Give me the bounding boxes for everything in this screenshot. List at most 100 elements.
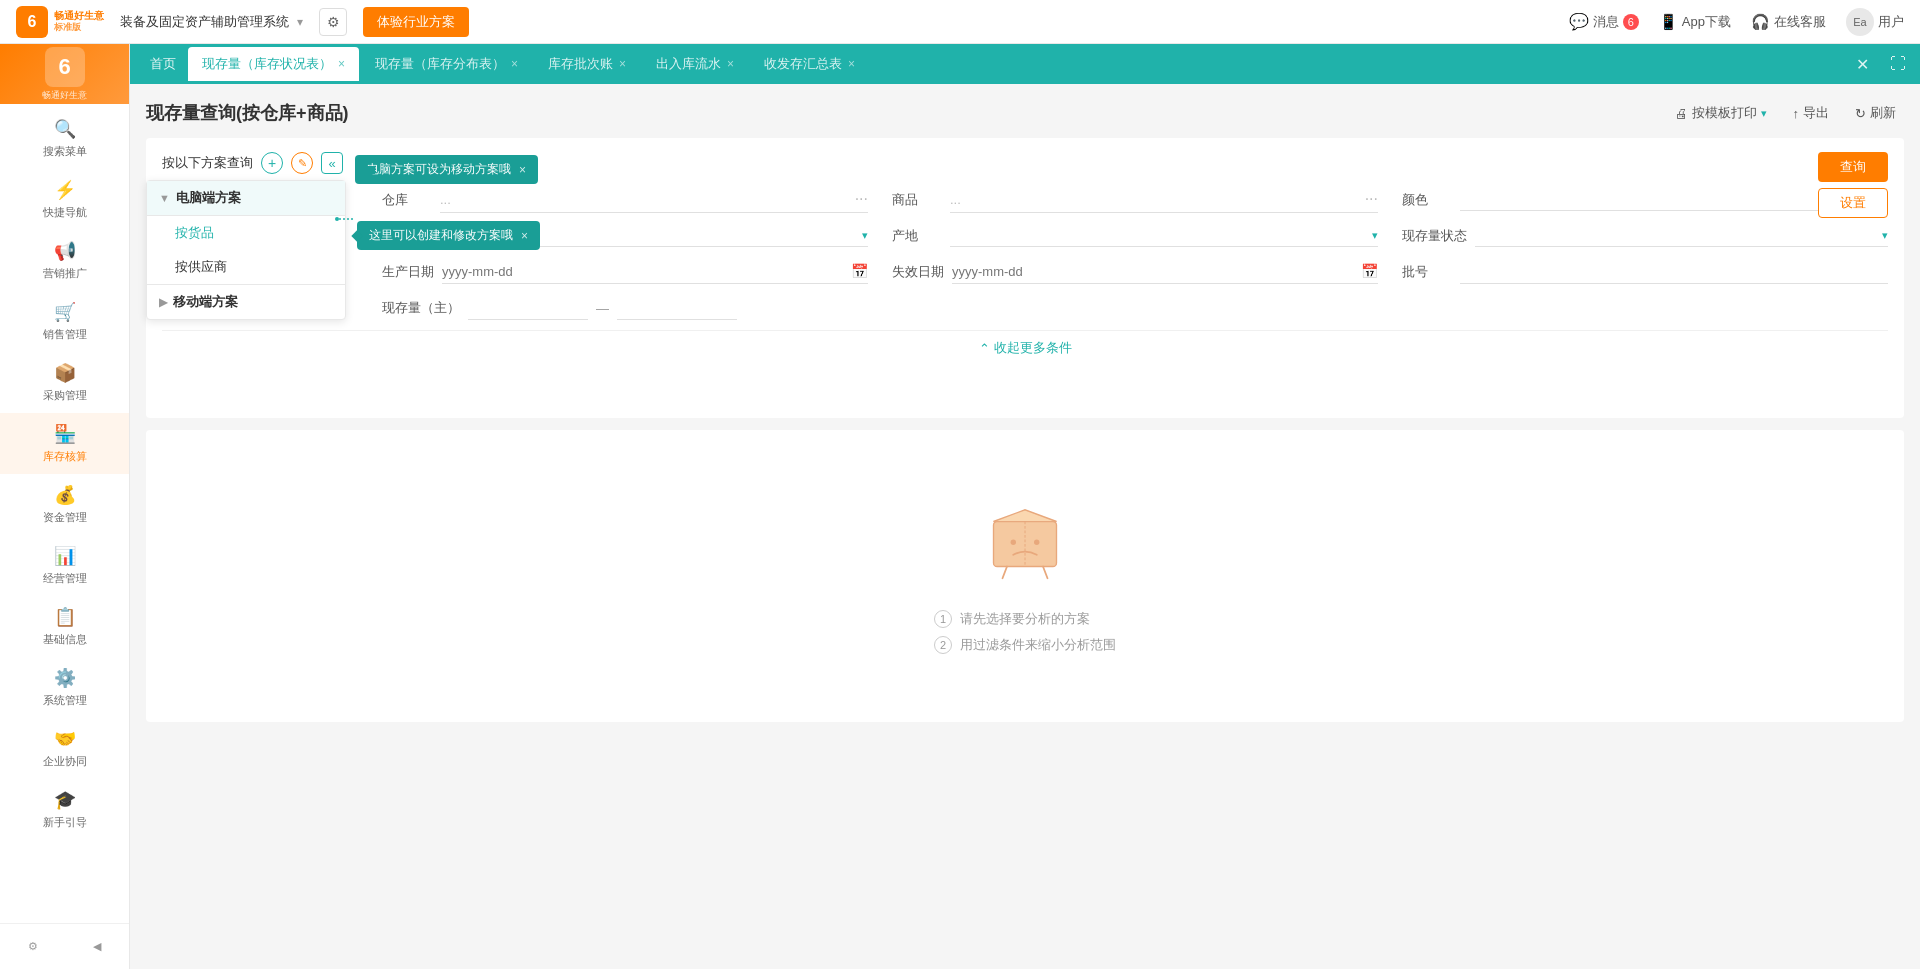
sidebar-logo-sub: 畅通好生意	[42, 89, 87, 102]
print-btn[interactable]: 🖨 按模板打印 ▾	[1667, 100, 1775, 126]
tab-fullscreen-btn[interactable]: ⛶	[1884, 50, 1912, 78]
tab-collect-summary[interactable]: 收发存汇总表 ×	[750, 47, 869, 81]
sidebar-item-system[interactable]: ⚙️ 系统管理	[0, 657, 129, 718]
filter-label-row: 按以下方案查询 + ✎ « 电脑方案可设为移	[162, 152, 1888, 174]
sidebar-item-search[interactable]: 🔍 搜索菜单	[0, 108, 129, 169]
expire-date-calendar-icon[interactable]: 📅	[1361, 263, 1378, 279]
export-btn[interactable]: ↑ 导出	[1785, 100, 1838, 126]
batch-field[interactable]	[1460, 260, 1888, 284]
industry-btn[interactable]: 体验行业方案	[363, 7, 469, 37]
tab-stock-flow-close[interactable]: ×	[727, 57, 734, 71]
sidebar-item-guide-label: 新手引导	[43, 815, 87, 830]
origin-select[interactable]: ▾	[950, 225, 1378, 247]
collapse-icon: ◀	[93, 940, 101, 953]
tab-close-all-btn[interactable]: ✕	[1848, 50, 1876, 78]
goods-label: 商品	[892, 191, 942, 209]
scheme-desktop-label: 电脑端方案	[176, 189, 241, 207]
sidebar-item-operation[interactable]: 📊 经营管理	[0, 535, 129, 596]
settings-gear-btn[interactable]: ⚙	[319, 8, 347, 36]
tooltip-create-scheme: 这里可以创建和修改方案哦 ×	[357, 221, 540, 250]
message-item[interactable]: 💬 消息 6	[1569, 12, 1639, 31]
goods-dots-icon[interactable]: ···	[1365, 190, 1378, 208]
left-arrow-icon: «	[328, 156, 335, 171]
phone-icon: 📱	[1659, 13, 1678, 31]
sidebar-item-marketing[interactable]: 📢 营销推广	[0, 230, 129, 291]
avatar: Ea	[1846, 8, 1874, 36]
tab-stock-batch-label: 库存批次账	[548, 55, 613, 73]
svg-point-6	[1034, 540, 1039, 545]
tab-home[interactable]: 首页	[138, 47, 188, 81]
app-download-item[interactable]: 📱 App下载	[1659, 13, 1731, 31]
scheme-mobile-arrow: ▶	[159, 296, 167, 309]
produce-date-calendar-icon[interactable]: 📅	[851, 263, 868, 279]
scheme-by-supplier[interactable]: 按供应商	[147, 250, 345, 284]
expire-date-field[interactable]	[952, 264, 1357, 279]
print-label: 按模板打印	[1692, 104, 1757, 122]
sidebar-item-enterprise[interactable]: 🤝 企业协同	[0, 718, 129, 779]
edit-icon: ✎	[298, 157, 307, 170]
tab-stock-batch-close[interactable]: ×	[619, 57, 626, 71]
sidebar-settings-btn[interactable]: ⚙	[22, 932, 44, 961]
sidebar-collapse-btn[interactable]: ◀	[87, 932, 107, 961]
hint2-text: 用过滤条件来缩小分析范围	[960, 636, 1116, 654]
expire-date-label: 失效日期	[892, 263, 944, 281]
expire-date-input[interactable]: 📅	[952, 259, 1378, 284]
stock-range-max[interactable]	[617, 296, 737, 320]
sidebar-item-guide[interactable]: 🎓 新手引导	[0, 779, 129, 840]
tab-stock-status[interactable]: 现存量（库存状况表） ×	[188, 47, 359, 81]
filter-expire-date: 失效日期 📅	[892, 259, 1378, 284]
dropdown-arrow-icon: ▾	[297, 15, 303, 29]
system-dropdown[interactable]: 装备及固定资产辅助管理系统 ▾	[112, 13, 303, 31]
print-icon: 🖨	[1675, 106, 1688, 121]
tab-stock-dist[interactable]: 现存量（库存分布表） ×	[361, 47, 532, 81]
collapse-btn[interactable]: ⌃ 收起更多条件	[162, 330, 1888, 365]
user-item[interactable]: Ea 用户	[1846, 8, 1904, 36]
tab-stock-batch[interactable]: 库存批次账 ×	[534, 47, 640, 81]
warehouse-dots-icon[interactable]: ···	[855, 190, 868, 208]
stock-status-select[interactable]: ▾	[1475, 225, 1888, 247]
edit-scheme-btn[interactable]: ✎	[291, 152, 313, 174]
stock-range-min[interactable]	[468, 296, 588, 320]
add-icon: +	[268, 155, 276, 171]
tab-stock-dist-label: 现存量（库存分布表）	[375, 55, 505, 73]
scheme-mobile-label: 移动端方案	[173, 293, 238, 311]
sidebar-item-sales-label: 销售管理	[43, 327, 87, 342]
query-btn[interactable]: 查询	[1818, 152, 1888, 182]
sidebar-item-stock[interactable]: 🏪 库存核算	[0, 413, 129, 474]
sidebar-logo-letter: 6	[58, 54, 70, 80]
filter-row1: 仓库 ... ··· 商品 ...	[382, 186, 1888, 213]
goods-select[interactable]: ... ···	[950, 186, 1378, 213]
settings-bottom-icon: ⚙	[28, 940, 38, 953]
reset-btn[interactable]: 设置	[1818, 188, 1888, 218]
tooltip2-close[interactable]: ×	[521, 229, 528, 243]
sidebar-item-sales[interactable]: 🛒 销售管理	[0, 291, 129, 352]
top-bar: 6 畅通好生意 标准版 装备及固定资产辅助管理系统 ▾ ⚙ 体验行业方案 💬 消…	[0, 0, 1920, 44]
refresh-btn[interactable]: ↻ 刷新	[1847, 100, 1904, 126]
tab-stock-status-close[interactable]: ×	[338, 57, 345, 71]
produce-date-input[interactable]: 📅	[442, 259, 868, 284]
scheme-arrow-btn[interactable]: «	[321, 152, 343, 174]
tooltip1-close[interactable]: ×	[519, 163, 526, 177]
sidebar-item-finance[interactable]: 💰 资金管理	[0, 474, 129, 535]
produce-date-field[interactable]	[442, 264, 847, 279]
filter-produce-date: 生产日期 📅	[382, 259, 868, 284]
scheme-by-goods[interactable]: 按货品	[147, 216, 345, 250]
logo-letter: 6	[28, 13, 37, 31]
add-scheme-btn[interactable]: +	[261, 152, 283, 174]
sidebar-item-purchase[interactable]: 📦 采购管理	[0, 352, 129, 413]
tab-collect-summary-close[interactable]: ×	[848, 57, 855, 71]
gear-icon: ⚙	[327, 14, 340, 30]
tab-stock-flow[interactable]: 出入库流水 ×	[642, 47, 748, 81]
online-service-item[interactable]: 🎧 在线客服	[1751, 13, 1826, 31]
origin-dropdown-icon: ▾	[1372, 229, 1378, 242]
sidebar-item-basic[interactable]: 📋 基础信息	[0, 596, 129, 657]
sidebar-item-quick-nav[interactable]: ⚡ 快捷导航	[0, 169, 129, 230]
tab-stock-dist-close[interactable]: ×	[511, 57, 518, 71]
scheme-mobile[interactable]: ▶ 移动端方案	[147, 284, 345, 319]
color-label: 颜色	[1402, 191, 1452, 209]
warehouse-select[interactable]: ... ···	[440, 186, 868, 213]
empty-illustration	[975, 490, 1075, 590]
scheme-desktop[interactable]: ▼ 电脑端方案	[147, 181, 345, 216]
app-download-label: App下载	[1682, 13, 1731, 31]
stock-status-label: 现存量状态	[1402, 227, 1467, 245]
